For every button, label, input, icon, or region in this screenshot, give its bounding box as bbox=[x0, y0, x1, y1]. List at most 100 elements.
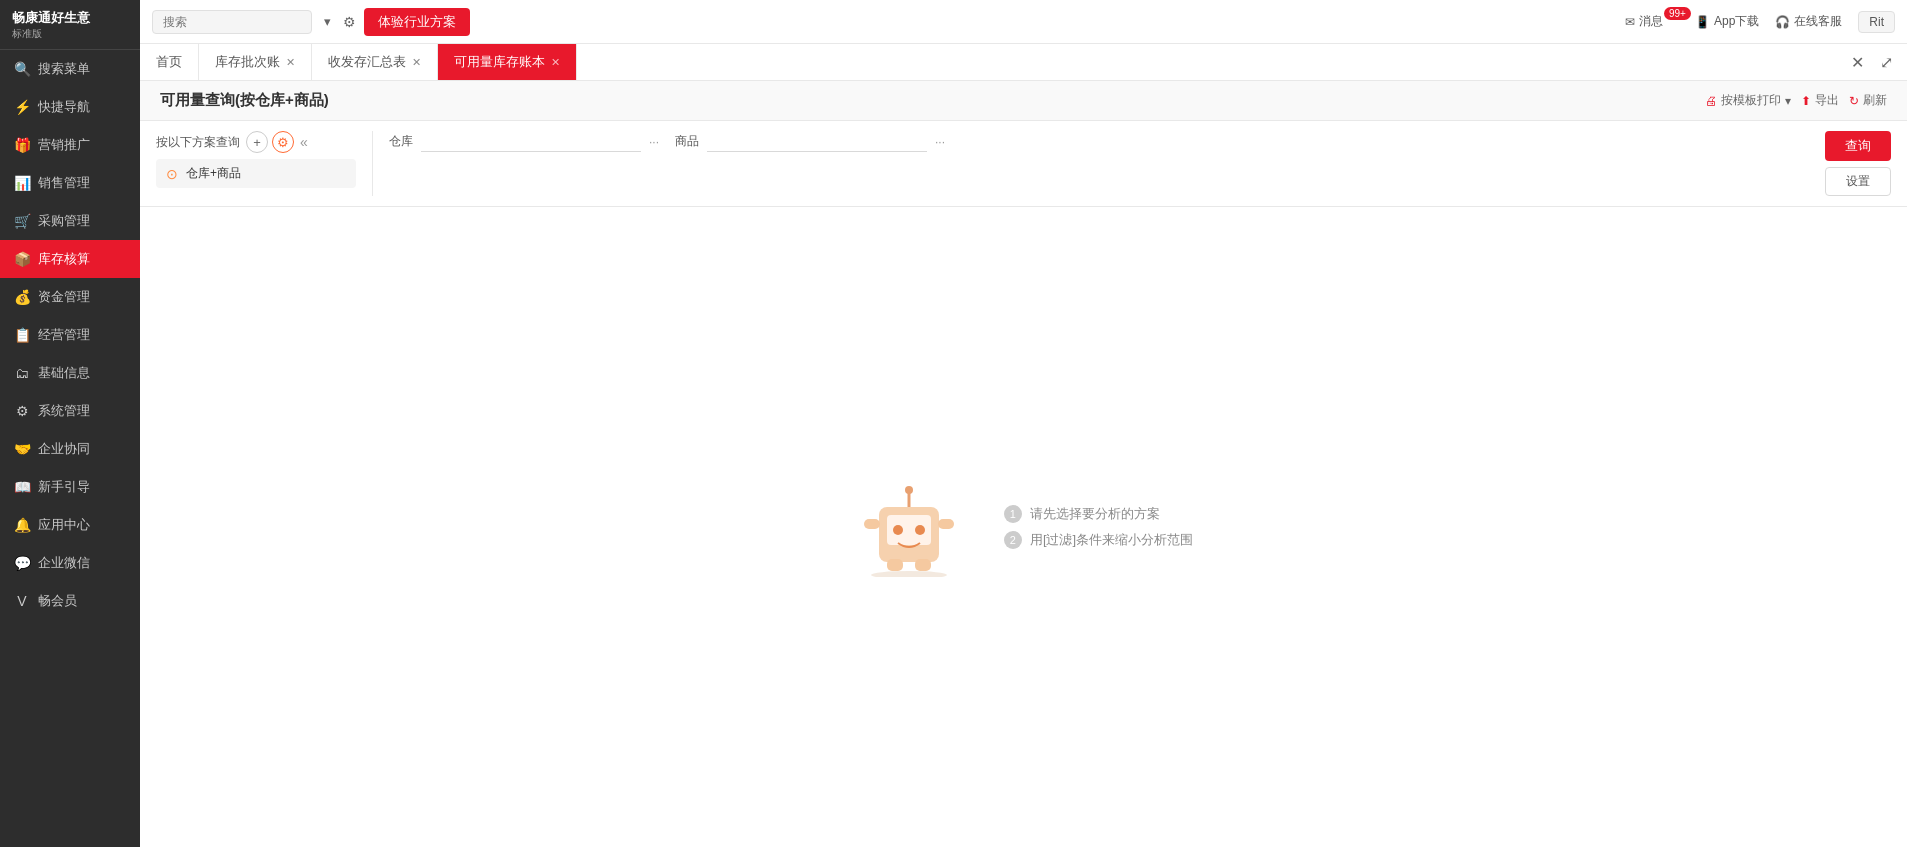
sidebar-icon-quicknav: ⚡ bbox=[14, 99, 30, 115]
sidebar-item-apps[interactable]: 🔔应用中心 bbox=[0, 506, 140, 544]
filter-area: 按以下方案查询 + ⚙ « ⊙ 仓库+商品 仓库 ··· bbox=[140, 121, 1907, 207]
svg-rect-9 bbox=[915, 559, 931, 571]
sidebar-icon-apps: 🔔 bbox=[14, 517, 30, 533]
online-service-btn[interactable]: 🎧 在线客服 bbox=[1775, 13, 1842, 30]
tab-close-batch[interactable]: ✕ bbox=[286, 56, 295, 69]
user-menu-btn[interactable]: Rit bbox=[1858, 11, 1895, 33]
hint-num-2: 2 bbox=[1004, 531, 1022, 549]
content-area: 1 请先选择要分析的方案 2 用[过滤]条件来缩小分析范围 bbox=[140, 207, 1907, 847]
refresh-label: 刷新 bbox=[1863, 92, 1887, 109]
svg-point-3 bbox=[915, 525, 925, 535]
product-label: 商品 bbox=[675, 133, 699, 150]
topbar-right: ✉ 消息 99+ 📱 App下载 🎧 在线客服 Rit bbox=[1625, 11, 1895, 33]
app-name: 畅康通好生意 bbox=[12, 10, 128, 27]
tab-close-available[interactable]: ✕ bbox=[551, 56, 560, 69]
sidebar-icon-marketing: 🎁 bbox=[14, 137, 30, 153]
sidebar-item-inventory[interactable]: 📦 库存核算 bbox=[0, 240, 140, 278]
tab-close-summary[interactable]: ✕ bbox=[412, 56, 421, 69]
sidebar-item-system[interactable]: ⚙ 系统管理 bbox=[0, 392, 140, 430]
tabs-bar: 首页库存批次账 ✕ 收发存汇总表 ✕ 可用量库存账本 ✕ ✕ ⤢ bbox=[140, 44, 1907, 81]
svg-point-2 bbox=[893, 525, 903, 535]
sidebar-item-marketing[interactable]: 🎁营销推广 bbox=[0, 126, 140, 164]
tab-label-batch: 库存批次账 bbox=[215, 53, 280, 71]
industry-solution-button[interactable]: 体验行业方案 bbox=[364, 8, 470, 36]
tab-batch[interactable]: 库存批次账 ✕ bbox=[199, 44, 312, 80]
tab-summary[interactable]: 收发存汇总表 ✕ bbox=[312, 44, 438, 80]
scheme-label: 按以下方案查询 + ⚙ « bbox=[156, 131, 356, 153]
service-label: 在线客服 bbox=[1794, 13, 1842, 30]
hint-text-1: 请先选择要分析的方案 bbox=[1030, 505, 1160, 523]
tab-label-available: 可用量库存账本 bbox=[454, 53, 545, 71]
search-input[interactable] bbox=[152, 10, 312, 34]
product-more-btn[interactable]: ··· bbox=[935, 135, 945, 149]
sidebar-label-operations: 经营管理 bbox=[38, 326, 90, 344]
sidebar-label-member: 畅会员 bbox=[38, 592, 77, 610]
sidebar-item-operations[interactable]: 📋经营管理 bbox=[0, 316, 140, 354]
sidebar-item-enterprise[interactable]: 🤝企业协同 bbox=[0, 430, 140, 468]
sidebar-item-quicknav[interactable]: ⚡快捷导航 bbox=[0, 88, 140, 126]
sidebar-item-member[interactable]: V 畅会员 bbox=[0, 582, 140, 620]
sidebar-logo: 畅康通好生意 标准版 bbox=[0, 0, 140, 50]
filter-actions: 查询 设置 bbox=[1825, 131, 1891, 196]
warehouse-input[interactable] bbox=[421, 131, 641, 152]
svg-point-10 bbox=[871, 571, 947, 577]
page-title: 可用量查询(按仓库+商品) bbox=[160, 91, 329, 110]
message-badge: 99+ bbox=[1664, 7, 1691, 20]
warehouse-label: 仓库 bbox=[389, 133, 413, 150]
svg-rect-6 bbox=[864, 519, 880, 529]
sidebar-item-purchase[interactable]: 🛒采购管理 bbox=[0, 202, 140, 240]
sidebar-item-sales[interactable]: 📊销售管理 bbox=[0, 164, 140, 202]
scheme-item-label: 仓库+商品 bbox=[186, 165, 241, 182]
tab-home[interactable]: 首页 bbox=[140, 44, 199, 80]
print-icon: 🖨 bbox=[1705, 94, 1717, 108]
sidebar-icon-system: ⚙ bbox=[14, 403, 30, 419]
search-dropdown-btn[interactable]: ▾ bbox=[320, 14, 335, 29]
sidebar-icon-newbie: 📖 bbox=[14, 479, 30, 495]
product-filter-field: 商品 ··· bbox=[675, 131, 945, 152]
query-button[interactable]: 查询 bbox=[1825, 131, 1891, 161]
sidebar-item-basic[interactable]: 🗂基础信息 bbox=[0, 354, 140, 392]
message-btn[interactable]: ✉ 消息 99+ bbox=[1625, 13, 1679, 30]
tab-expand-btn[interactable]: ⤢ bbox=[1874, 51, 1899, 74]
product-input[interactable] bbox=[707, 131, 927, 152]
sidebar: 畅康通好生意 标准版 🔍搜索菜单⚡快捷导航🎁营销推广📊销售管理🛒采购管理 📦 库存核… bbox=[0, 0, 140, 847]
export-label: 导出 bbox=[1815, 92, 1839, 109]
sidebar-item-search[interactable]: 🔍搜索菜单 bbox=[0, 50, 140, 88]
collapse-filter-btn[interactable]: « bbox=[300, 134, 308, 150]
settings-icon-btn[interactable]: ⚙ bbox=[343, 14, 356, 30]
scheme-item-icon: ⊙ bbox=[166, 166, 178, 182]
sidebar-icon-wechat: 💬 bbox=[14, 555, 30, 571]
sidebar-item-newbie[interactable]: 📖新手引导 bbox=[0, 468, 140, 506]
scheme-item-warehouse-product[interactable]: ⊙ 仓库+商品 bbox=[156, 159, 356, 188]
headset-icon: 🎧 bbox=[1775, 15, 1790, 29]
sidebar-label-system: 系统管理 bbox=[38, 402, 90, 420]
export-icon: ⬆ bbox=[1801, 94, 1811, 108]
empty-illustration bbox=[854, 477, 964, 577]
tabs-actions: ✕ ⤢ bbox=[1845, 51, 1907, 74]
sidebar-icon-basic: 🗂 bbox=[14, 365, 30, 381]
add-scheme-btn[interactable]: + bbox=[246, 131, 268, 153]
sidebar-label-inventory: 库存核算 bbox=[38, 250, 90, 268]
sidebar-item-wechat[interactable]: 💬 企业微信 bbox=[0, 544, 140, 582]
sidebar-label-wechat: 企业微信 bbox=[38, 554, 90, 572]
settings-action-button[interactable]: 设置 bbox=[1825, 167, 1891, 196]
sidebar-item-finance[interactable]: 💰资金管理 bbox=[0, 278, 140, 316]
empty-hints: 1 请先选择要分析的方案 2 用[过滤]条件来缩小分析范围 bbox=[1004, 505, 1193, 549]
refresh-btn[interactable]: ↻ 刷新 bbox=[1849, 92, 1887, 109]
hint-2: 2 用[过滤]条件来缩小分析范围 bbox=[1004, 531, 1193, 549]
print-template-btn[interactable]: 🖨 按模板打印 ▾ bbox=[1705, 92, 1791, 109]
tab-label-summary: 收发存汇总表 bbox=[328, 53, 406, 71]
sidebar-icon-inventory: 📦 bbox=[14, 251, 30, 267]
sidebar-icon-member: V bbox=[14, 593, 30, 609]
scheme-settings-btn[interactable]: ⚙ bbox=[272, 131, 294, 153]
sidebar-label-sales: 销售管理 bbox=[38, 174, 90, 192]
page-header: 可用量查询(按仓库+商品) 🖨 按模板打印 ▾ ⬆ 导出 ↻ 刷新 bbox=[140, 81, 1907, 121]
tab-available[interactable]: 可用量库存账本 ✕ bbox=[438, 44, 577, 80]
tab-close-all-btn[interactable]: ✕ bbox=[1845, 51, 1870, 74]
app-download-btn[interactable]: 📱 App下载 bbox=[1695, 13, 1759, 30]
hint-1: 1 请先选择要分析的方案 bbox=[1004, 505, 1193, 523]
warehouse-more-btn[interactable]: ··· bbox=[649, 135, 659, 149]
export-btn[interactable]: ⬆ 导出 bbox=[1801, 92, 1839, 109]
sidebar-icon-enterprise: 🤝 bbox=[14, 441, 30, 457]
page-header-actions: 🖨 按模板打印 ▾ ⬆ 导出 ↻ 刷新 bbox=[1705, 92, 1887, 109]
